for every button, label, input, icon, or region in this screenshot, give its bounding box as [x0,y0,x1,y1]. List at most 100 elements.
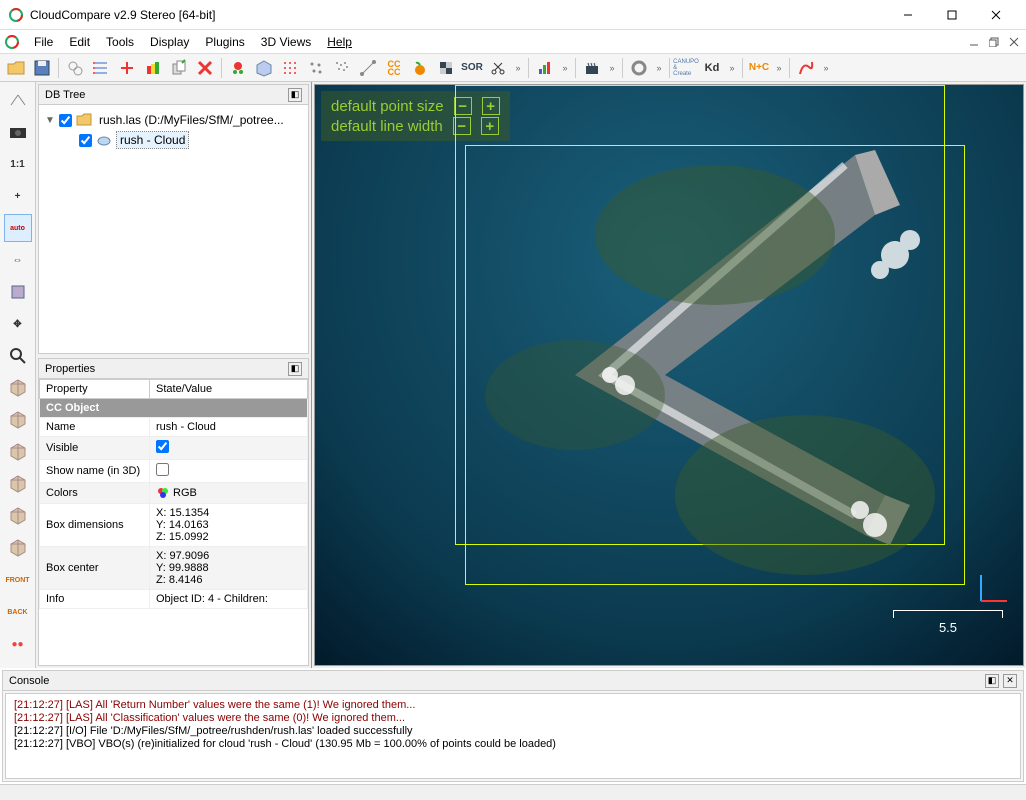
clone-icon[interactable] [167,56,191,80]
prop-header-value[interactable]: State/Value [150,380,308,399]
ring-icon[interactable] [627,56,651,80]
mdi-close-icon[interactable] [1006,34,1022,50]
fruit-icon[interactable] [408,56,432,80]
tree-child-label: rush - Cloud [116,131,189,149]
zoom-icon[interactable] [4,342,32,370]
primitive-icon[interactable] [252,56,276,80]
curve-icon[interactable] [794,56,818,80]
toolbar-overflow-3[interactable]: » [606,63,618,73]
close-button[interactable] [974,0,1018,29]
sample-icon[interactable] [278,56,302,80]
prop-section-ccobject: CC Object [40,399,308,418]
console-title: Console [9,675,985,687]
tree-child-row[interactable]: rush - Cloud [45,131,302,149]
view-left[interactable] [4,438,32,466]
menu-3dviews[interactable]: 3D Views [253,33,319,51]
cloud-point-icon[interactable] [226,56,250,80]
colorize-icon[interactable] [141,56,165,80]
db-tree-panel: DB Tree ◧ ▼ rush.las (D:/MyFiles/SfM/_po… [38,84,309,354]
console-undock-button[interactable]: ◧ [985,674,999,688]
db-tree-undock-button[interactable]: ◧ [288,88,302,102]
menu-edit[interactable]: Edit [61,33,98,51]
mdi-restore-icon[interactable] [986,34,1002,50]
move-icon[interactable]: ✥ [4,310,32,338]
add-icon[interactable] [115,56,139,80]
minimize-button[interactable] [886,0,930,29]
menu-display[interactable]: Display [142,33,197,51]
menu-label: Display [150,35,189,49]
one-to-one[interactable]: 1:1 [4,150,32,178]
menu-file[interactable]: File [26,33,61,51]
checker-icon[interactable] [434,56,458,80]
axis-gizmo-icon [977,569,1013,605]
nc-icon[interactable]: N+C [747,56,771,80]
3d-viewport[interactable]: default point size − + default line widt… [314,84,1024,666]
camera-icon[interactable] [4,118,32,146]
mdi-minimize-icon[interactable] [966,34,982,50]
toolbar-overflow-5[interactable]: » [726,63,738,73]
cc-icon[interactable]: CCCC [382,56,406,80]
cloud-icon [96,132,112,148]
toolbar-overflow-2[interactable]: » [559,63,571,73]
menu-tools[interactable]: Tools [98,33,142,51]
tree-root-row[interactable]: ▼ rush.las (D:/MyFiles/SfM/_potree... [45,111,302,129]
delete-icon[interactable] [193,56,217,80]
sor-icon[interactable]: SOR [460,56,484,80]
list-icon[interactable] [89,56,113,80]
view-iso2[interactable] [4,534,32,562]
view-right[interactable] [4,470,32,498]
scale-icon[interactable] [356,56,380,80]
properties-table: Property State/Value CC Object Namerush … [39,379,308,609]
property-key: Colors [40,483,150,504]
db-tree-header: DB Tree ◧ [39,85,308,105]
open-icon[interactable] [4,56,28,80]
menu-plugins[interactable]: Plugins [197,33,252,51]
properties-body[interactable]: Property State/Value CC Object Namerush … [39,379,308,665]
property-key: Name [40,418,150,437]
view-top[interactable] [4,406,32,434]
crosshair-icon[interactable]: + [4,182,32,210]
canupo-icon[interactable]: CANUPO&Create [674,56,698,80]
properties-panel: Properties ◧ Property State/Value CC Obj… [38,358,309,666]
toolbar-overflow-7[interactable]: » [820,63,832,73]
toolbar-overflow-1[interactable]: » [512,63,524,73]
view-back[interactable]: BACK [4,598,32,626]
side-toolbar: 1:1 + auto ⇔ ✥ FRONT BACK ●● [0,82,36,668]
home-icon[interactable] [4,86,32,114]
toolbar-overflow-6[interactable]: » [773,63,785,73]
kd-icon[interactable]: Kd [700,56,724,80]
expander-icon[interactable]: ▼ [45,115,55,126]
double-arrow[interactable]: ⇔ [4,246,32,274]
pick-icon[interactable] [63,56,87,80]
histogram-icon[interactable] [533,56,557,80]
console-panel: Console ◧ ✕ [21:12:27] [LAS] All 'Return… [2,670,1024,782]
property-row: Visible [40,437,308,460]
console-output[interactable]: [21:12:27] [LAS] All 'Return Number' val… [5,693,1021,779]
view-iso1[interactable] [4,374,32,402]
property-checkbox[interactable] [156,440,169,453]
subsample-icon[interactable] [304,56,328,80]
properties-title: Properties [45,363,288,375]
save-icon[interactable] [30,56,54,80]
register-icon[interactable] [330,56,354,80]
auto[interactable]: auto [4,214,32,242]
property-checkbox[interactable] [156,463,169,476]
console-close-button[interactable]: ✕ [1003,674,1017,688]
properties-undock-button[interactable]: ◧ [288,362,302,376]
tree-child-checkbox[interactable] [79,134,92,147]
menu-help[interactable]: Help [319,33,360,51]
view-bottom[interactable] [4,502,32,530]
box-icon[interactable] [4,278,32,306]
view-front[interactable]: FRONT [4,566,32,594]
menu-label: File [34,35,53,49]
scissors-icon[interactable] [486,56,510,80]
tree-root-checkbox[interactable] [59,114,72,127]
db-tree-body[interactable]: ▼ rush.las (D:/MyFiles/SfM/_potree... ru… [39,105,308,353]
prop-header-property[interactable]: Property [40,380,150,399]
point-cloud-render [315,85,1015,625]
flag-icon[interactable]: ●● [4,630,32,658]
toolbar-overflow-4[interactable]: » [653,63,665,73]
console-line: [21:12:27] [LAS] All 'Classification' va… [14,712,1012,724]
clapper-icon[interactable] [580,56,604,80]
maximize-button[interactable] [930,0,974,29]
